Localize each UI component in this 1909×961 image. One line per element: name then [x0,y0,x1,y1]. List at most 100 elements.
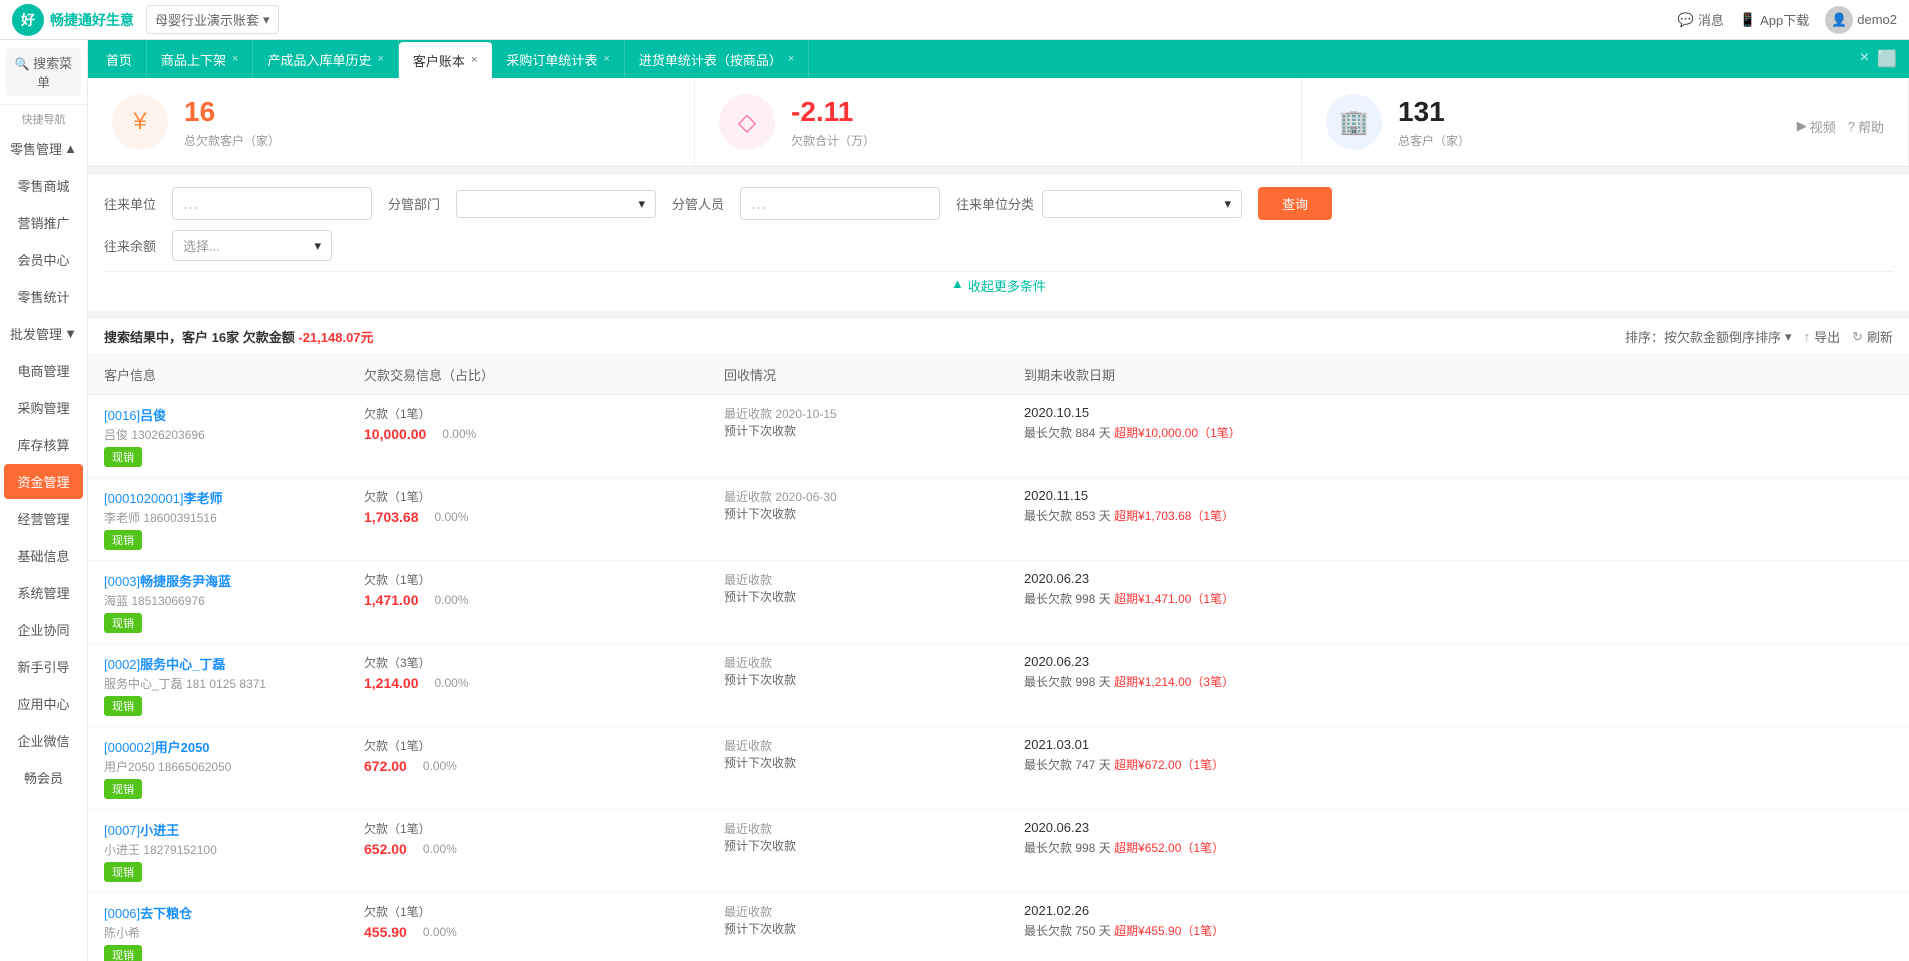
sidebar-nav-label: 快捷导航 [0,105,87,129]
sidebar-item-zero-stats[interactable]: 零售统计 [4,279,83,314]
customer-tag: 现销 [104,613,142,633]
next-pay-label: 预计下次收款 [724,422,992,439]
sidebar-item-app-center[interactable]: 应用中心 [4,686,83,721]
result-amount: -21,148.07元 [298,330,373,345]
sidebar-item-member-center[interactable]: 会员中心 [4,242,83,277]
customer-name[interactable]: [0001020001]李老师 [104,488,332,507]
sidebar-item-ecommerce[interactable]: 电商管理 [4,353,83,388]
due-date-cell: 2020.10.15 最长欠款 884 天 超期¥10,000.00（1笔） [1008,395,1909,478]
table-header-row: 客户信息 欠款交易信息（占比） 回收情况 到期未收款日期 [88,355,1909,395]
tab-bar-actions: × ⬜ [1860,49,1905,69]
tab-purchase-order[interactable]: 采购订单统计表 × [492,40,624,78]
filter-row-1: 往来单位 ... 分管部门 ▾ 分管人员 [104,187,1893,220]
query-btn[interactable]: 查询 [1258,187,1332,220]
customer-name[interactable]: [0006]去下粮仓 [104,903,332,922]
debt-amount[interactable]: 1,214.00 [364,675,419,691]
search-menu-btn[interactable]: 🔍 搜索菜单 [6,48,81,96]
next-pay-label: 预计下次收款 [724,920,992,937]
message-btn[interactable]: 💬 消息 [1678,10,1724,29]
th-payback: 回收情况 [708,355,1008,395]
debt-amount[interactable]: 455.90 [364,924,407,940]
top-bar-left: 好 畅捷通好生意 母婴行业演示账套 ▾ [12,4,279,36]
store-selector[interactable]: 母婴行业演示账套 ▾ [146,5,279,34]
help-link[interactable]: ? 帮助 [1848,117,1884,136]
user-avatar-btn[interactable]: 👤 demo2 [1825,6,1897,34]
tab-product-offshelf[interactable]: 商品上下架 × [147,40,253,78]
customer-info-cell: [0006]去下粮仓 陈小希 现销 [88,893,348,961]
sidebar-item-batch-mgmt[interactable]: 批发管理 ▼ [4,316,83,351]
unit-category-select[interactable]: ▾ [1042,190,1242,218]
overdue-info: 最长欠款 998 天 超期¥1,471.00（1笔） [1024,590,1893,607]
video-link[interactable]: ▶ 视频 [1797,117,1836,136]
collapse-row[interactable]: ▲ 收起更多条件 [104,271,1893,299]
sidebar-item-vip-member[interactable]: 畅会员 [4,760,83,795]
overdue-link[interactable]: 超期¥672.00（1笔） [1114,758,1224,772]
th-due-date: 到期未收款日期 [1008,355,1909,395]
sidebar-item-zero-retail-mall[interactable]: 零售商城 [4,168,83,203]
sidebar-item-new-guide[interactable]: 新手引导 [4,649,83,684]
sidebar: 🔍 搜索菜单 快捷导航 零售管理 ▲ 零售商城 营销推广 会员中心 零售统计 批… [0,40,88,961]
sidebar-item-purchase-mgmt[interactable]: 采购管理 [4,390,83,425]
tab-customer-account[interactable]: 客户账本 × [399,42,492,78]
from-unit-label: 往来单位 [104,194,164,213]
sidebar-item-inventory[interactable]: 库存核算 [4,427,83,462]
username-label: demo2 [1857,12,1897,27]
debt-amount[interactable]: 10,000.00 [364,426,426,442]
overdue-link[interactable]: 超期¥10,000.00（1笔） [1114,426,1241,440]
sidebar-item-enterprise[interactable]: 企业协同 [4,612,83,647]
tab-close-icon[interactable]: × [377,53,383,65]
tab-close-icon[interactable]: × [471,54,477,66]
customer-name[interactable]: [0016]吕俊 [104,405,332,424]
overdue-info: 最长欠款 998 天 超期¥1,214.00（3笔） [1024,673,1893,690]
customer-name[interactable]: [0007]小进王 [104,820,332,839]
overdue-link[interactable]: 超期¥1,214.00（3笔） [1114,675,1234,689]
customer-phone: 陈小希 [104,924,332,941]
payback-cell: 最近收款 预计下次收款 [708,561,1008,644]
from-unit-input[interactable]: ... [172,187,372,220]
payback-cell: 最近收款 预计下次收款 [708,727,1008,810]
sidebar-item-enterprise-wechat[interactable]: 企业微信 [4,723,83,758]
sidebar-item-zero-retail-mgmt[interactable]: 零售管理 ▲ [4,131,83,166]
debt-amount[interactable]: 1,471.00 [364,592,419,608]
overdue-link[interactable]: 超期¥1,703.68（1笔） [1114,509,1234,523]
sidebar-item-system-mgmt[interactable]: 系统管理 [4,575,83,610]
debt-amount[interactable]: 652.00 [364,841,407,857]
sort-select[interactable]: 排序：按欠款金额倒序排序 ▾ [1625,327,1792,346]
customer-phone: 李老师 18600391516 [104,509,332,526]
person-input[interactable]: ... [740,187,940,220]
refresh-btn[interactable]: ↻ 刷新 [1852,327,1893,346]
tab-close-icon[interactable]: × [603,53,609,65]
debt-amount[interactable]: 1,703.68 [364,509,419,525]
dept-select[interactable]: ▾ [456,190,656,218]
app-download-btn[interactable]: 📱 App下载 [1740,10,1809,29]
overdue-link[interactable]: 超期¥1,471.00（1笔） [1114,592,1234,606]
customer-name[interactable]: [000002]用户2050 [104,737,332,756]
overdue-link[interactable]: 超期¥455.90（1笔） [1114,924,1224,938]
window-close-btn[interactable]: × [1860,49,1869,69]
export-btn[interactable]: ↑ 导出 [1804,327,1841,346]
tab-close-icon[interactable]: × [788,53,794,65]
help-label: 帮助 [1858,117,1884,136]
sidebar-item-finance[interactable]: 资金管理 [4,464,83,499]
debt-count: 欠款（3笔） [364,654,692,671]
window-max-btn[interactable]: ⬜ [1877,49,1897,69]
sidebar-item-marketing[interactable]: 营销推广 [4,205,83,240]
customer-name[interactable]: [0003]畅捷服务尹海蓝 [104,571,332,590]
tab-close-icon[interactable]: × [232,53,238,65]
debt-info-cell: 欠款（1笔） 652.00 0.00% [348,810,708,893]
tab-home[interactable]: 首页 [92,40,147,78]
overdue-link[interactable]: 超期¥652.00（1笔） [1114,841,1224,855]
customer-name[interactable]: [0002]服务中心_丁磊 [104,654,332,673]
remain-select[interactable]: 选择... ▾ [172,230,332,261]
tab-product-instock[interactable]: 产成品入库单历史 × [253,40,398,78]
table-row: [0006]去下粮仓 陈小希 现销 欠款（1笔） 455.90 0.00% 最近… [88,893,1909,961]
sidebar-item-operation[interactable]: 经营管理 [4,501,83,536]
remain-placeholder: 选择... [183,236,220,255]
overdue-info: 最长欠款 998 天 超期¥652.00（1笔） [1024,839,1893,856]
debt-amount[interactable]: 672.00 [364,758,407,774]
tab-product-offshelf-label: 商品上下架 [161,50,226,69]
sidebar-item-basic-info[interactable]: 基础信息 [4,538,83,573]
due-date: 2021.03.01 [1024,737,1893,752]
tab-purchase-stats[interactable]: 进货单统计表（按商品） × [625,40,809,78]
table-row: [0007]小进王 小进王 18279152100 现销 欠款（1笔） 652.… [88,810,1909,893]
